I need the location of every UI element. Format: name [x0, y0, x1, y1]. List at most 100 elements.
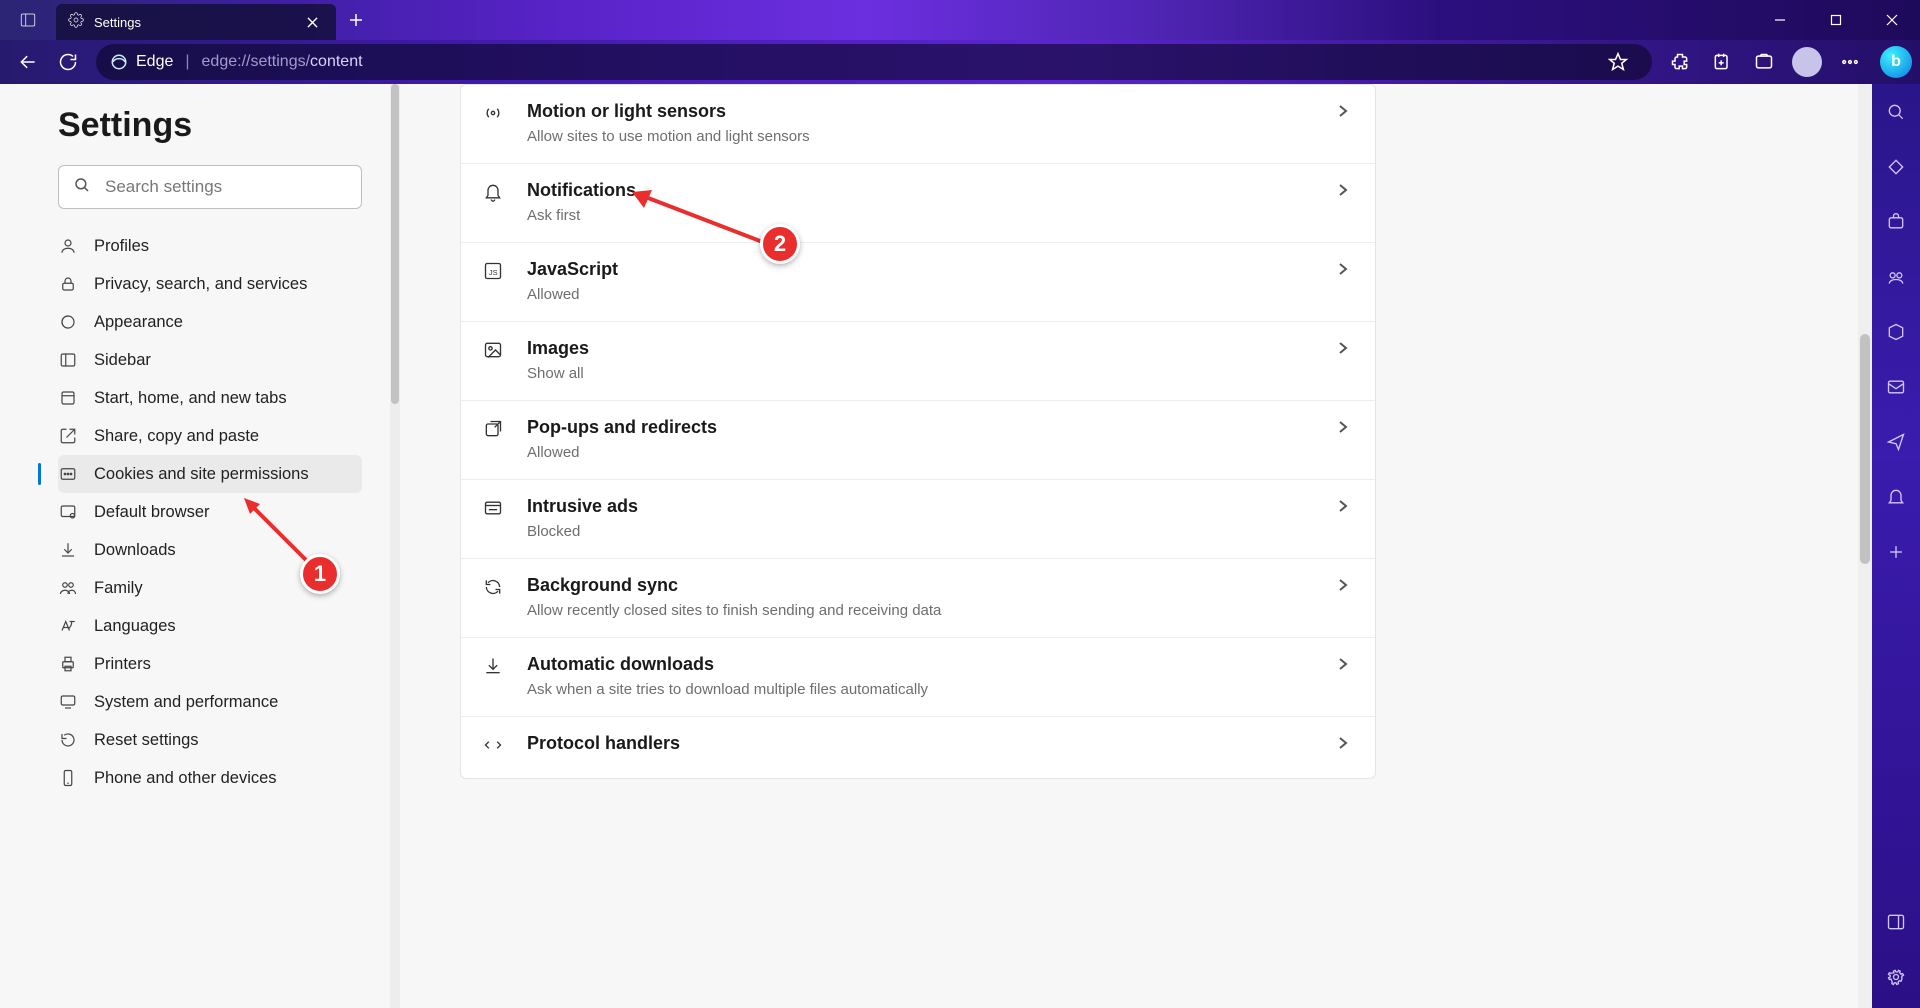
browser-tab[interactable]: Settings: [56, 4, 336, 40]
row-title: Images: [527, 338, 1315, 359]
nav-languages[interactable]: Languages: [58, 607, 362, 645]
sidebar-settings-icon[interactable]: [1886, 967, 1906, 992]
row-automatic-downloads[interactable]: Automatic downloadsAsk when a site tries…: [461, 638, 1375, 717]
annotation-callout-2: 2: [760, 224, 800, 264]
nav-label: Downloads: [94, 541, 176, 560]
sidebar-icon: [58, 350, 78, 370]
toolbar: Edge | edge://settings/content b: [0, 40, 1920, 84]
favorite-button[interactable]: [1598, 42, 1638, 82]
download-icon: [483, 654, 505, 681]
row-notifications[interactable]: NotificationsAsk first: [461, 164, 1375, 243]
nav-printers[interactable]: Printers: [58, 645, 362, 683]
site-identity[interactable]: Edge: [110, 53, 173, 71]
url-text: edge://settings/content: [202, 53, 363, 71]
nav-default-browser[interactable]: Default browser: [58, 493, 362, 531]
address-bar[interactable]: Edge | edge://settings/content: [96, 44, 1652, 80]
settings-nav: Profiles Privacy, search, and services A…: [58, 227, 362, 797]
row-intrusive-ads[interactable]: Intrusive adsBlocked: [461, 480, 1375, 559]
nav-label: Phone and other devices: [94, 769, 277, 788]
row-protocol-handlers[interactable]: Protocol handlers: [461, 717, 1375, 778]
row-subtitle: Allowed: [527, 444, 1315, 461]
minimize-button[interactable]: [1752, 0, 1808, 40]
row-title: Background sync: [527, 575, 1315, 596]
ads-icon: [483, 496, 505, 523]
extensions-button[interactable]: [1660, 42, 1700, 82]
back-button[interactable]: [8, 42, 48, 82]
content-scrollbar[interactable]: [1858, 84, 1872, 1008]
search-input[interactable]: [105, 177, 347, 197]
profile-icon: [58, 236, 78, 256]
row-title: Notifications: [527, 180, 1315, 201]
refresh-button[interactable]: [48, 42, 88, 82]
row-title: Protocol handlers: [527, 733, 1315, 754]
settings-content: Motion or light sensorsAllow sites to us…: [400, 84, 1872, 1008]
title-bar: Settings: [0, 0, 1920, 40]
search-icon: [73, 176, 91, 199]
hide-sidebar-icon[interactable]: [1886, 912, 1906, 937]
settings-search[interactable]: [58, 165, 362, 209]
site-identity-label: Edge: [136, 53, 173, 71]
row-title: JavaScript: [527, 259, 1315, 280]
image-icon: [483, 338, 505, 365]
browser-icon: [58, 502, 78, 522]
screenshot-button[interactable]: [1744, 42, 1784, 82]
bell-icon: [483, 180, 505, 207]
collections-button[interactable]: [1702, 42, 1742, 82]
nav-share[interactable]: Share, copy and paste: [58, 417, 362, 455]
nav-label: Family: [94, 579, 143, 598]
outlook-icon[interactable]: [1886, 377, 1906, 402]
office-icon[interactable]: [1886, 322, 1906, 347]
nav-phone[interactable]: Phone and other devices: [58, 759, 362, 797]
nav-cookies[interactable]: Cookies and site permissions: [58, 455, 362, 493]
nav-profiles[interactable]: Profiles: [58, 227, 362, 265]
phone-icon: [58, 768, 78, 788]
row-motion-sensors[interactable]: Motion or light sensorsAllow sites to us…: [461, 85, 1375, 164]
tab-title: Settings: [94, 15, 290, 30]
search-icon[interactable]: [1886, 102, 1906, 127]
close-window-button[interactable]: [1864, 0, 1920, 40]
row-background-sync[interactable]: Background syncAllow recently closed sit…: [461, 559, 1375, 638]
nav-label: Default browser: [94, 503, 210, 522]
row-title: Intrusive ads: [527, 496, 1315, 517]
shopping-icon[interactable]: [1886, 157, 1906, 182]
chevron-right-icon: [1337, 575, 1349, 596]
settings-icon: [68, 12, 84, 33]
send-icon[interactable]: [1886, 432, 1906, 457]
tab-actions-button[interactable]: [0, 0, 56, 40]
nav-system[interactable]: System and performance: [58, 683, 362, 721]
nav-reset[interactable]: Reset settings: [58, 721, 362, 759]
new-tab-button[interactable]: [336, 0, 376, 40]
language-icon: [58, 616, 78, 636]
tools-icon[interactable]: [1886, 212, 1906, 237]
settings-sidebar: Settings Profiles Privacy, search, and s…: [0, 84, 400, 1008]
nav-privacy[interactable]: Privacy, search, and services: [58, 265, 362, 303]
nav-appearance[interactable]: Appearance: [58, 303, 362, 341]
nav-label: Sidebar: [94, 351, 151, 370]
alert-icon[interactable]: [1886, 487, 1906, 512]
nav-label: Cookies and site permissions: [94, 465, 309, 484]
maximize-button[interactable]: [1808, 0, 1864, 40]
family-icon: [58, 578, 78, 598]
add-icon[interactable]: [1886, 542, 1906, 567]
bing-button[interactable]: b: [1880, 46, 1912, 78]
games-icon[interactable]: [1886, 267, 1906, 292]
svg-text:JS: JS: [489, 268, 498, 277]
row-title: Pop-ups and redirects: [527, 417, 1315, 438]
separator: |: [185, 53, 189, 71]
nav-label: Share, copy and paste: [94, 427, 259, 446]
nav-label: Privacy, search, and services: [94, 275, 307, 294]
sidebar-scrollbar[interactable]: [390, 84, 400, 1008]
tab-close-button[interactable]: [300, 10, 324, 34]
row-popups[interactable]: Pop-ups and redirects Allowed: [461, 401, 1375, 480]
row-title: Automatic downloads: [527, 654, 1315, 675]
system-icon: [58, 692, 78, 712]
nav-sidebar[interactable]: Sidebar: [58, 341, 362, 379]
chevron-right-icon: [1337, 654, 1349, 675]
row-images[interactable]: ImagesShow all: [461, 322, 1375, 401]
more-button[interactable]: [1830, 42, 1870, 82]
row-javascript[interactable]: JS JavaScriptAllowed: [461, 243, 1375, 322]
home-icon: [58, 388, 78, 408]
chevron-right-icon: [1337, 338, 1349, 359]
profile-avatar[interactable]: [1792, 47, 1822, 77]
nav-start[interactable]: Start, home, and new tabs: [58, 379, 362, 417]
